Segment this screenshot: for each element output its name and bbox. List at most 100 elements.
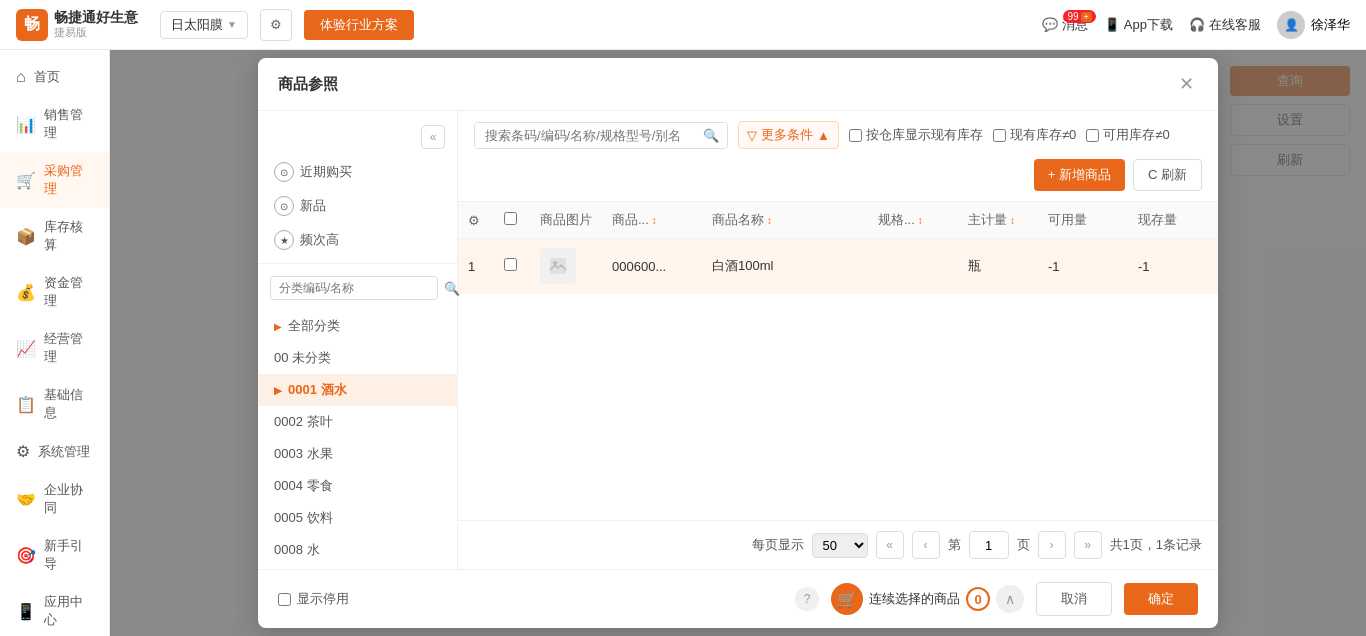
cat-label-0001: 0001 酒水 [288, 381, 347, 399]
sidebar-item-management[interactable]: 📈 经营管理 [0, 320, 109, 376]
prev-page-button[interactable]: ‹ [912, 531, 940, 559]
logo-icon: 畅 [16, 9, 48, 41]
show-disabled-text: 显示停用 [297, 590, 349, 608]
sidebar-item-purchase[interactable]: 🛒 采购管理 [0, 152, 109, 208]
checkbox-stock-not-zero[interactable]: 现有库存≠0 [993, 126, 1076, 144]
sidebar-item-inventory[interactable]: 📦 库存核算 [0, 208, 109, 264]
first-page-button[interactable]: « [876, 531, 904, 559]
th-settings[interactable]: ⚙ [458, 202, 494, 239]
filter-up-icon: ▲ [817, 128, 830, 143]
right-panel: 🔍 ▽ 更多条件 ▲ 按仓库显示现有库存 [458, 111, 1218, 569]
cell-name: 白酒100ml [702, 239, 868, 294]
chevron-down-icon: ▼ [227, 19, 237, 30]
sidebar-label-finance: 资金管理 [44, 274, 93, 310]
collapse-footer-button[interactable]: ∧ [996, 585, 1024, 613]
recent-icon: ⊙ [274, 162, 294, 182]
category-list: ▶ 全部分类 00 未分类 ▶ 0001 酒水 0002 茶叶 [258, 306, 457, 561]
settings-icon[interactable]: ⚙ [260, 9, 292, 41]
sidebar-item-finance[interactable]: 💰 资金管理 [0, 264, 109, 320]
page-label: 第 [948, 536, 961, 554]
last-page-button[interactable]: » [1074, 531, 1102, 559]
checkbox-avail-not-zero-input[interactable] [1086, 129, 1099, 142]
cell-spec [868, 239, 958, 294]
trial-button[interactable]: 体验行业方案 [304, 10, 414, 40]
th-spec[interactable]: 规格... ↕ [868, 202, 958, 239]
branch-selector[interactable]: 日太阳膜 ▼ [160, 11, 248, 39]
th-image: 商品图片 [530, 202, 602, 239]
th-code[interactable]: 商品... ↕ [602, 202, 702, 239]
quick-item-new[interactable]: ⊙ 新品 [258, 189, 457, 223]
inventory-icon: 📦 [16, 227, 36, 246]
cancel-button[interactable]: 取消 [1036, 582, 1112, 616]
user-area[interactable]: 👤 徐泽华 [1277, 11, 1350, 39]
table-row[interactable]: 1 [458, 239, 1218, 294]
add-product-button[interactable]: + 新增商品 [1034, 159, 1125, 191]
cat-item-0004[interactable]: 0004 零食 [258, 470, 457, 502]
cat-item-0008[interactable]: 0008 水 [258, 534, 457, 561]
category-search-input[interactable] [270, 276, 438, 300]
cart-icon[interactable]: 🛒 [831, 583, 863, 615]
sidebar-label-appstore: 应用中心 [44, 593, 93, 629]
cat-item-00[interactable]: 00 未分类 [258, 342, 457, 374]
checkbox-by-warehouse-label: 按仓库显示现有库存 [866, 126, 983, 144]
refresh-button[interactable]: C 刷新 [1133, 159, 1202, 191]
cat-item-0005[interactable]: 0005 饮料 [258, 502, 457, 534]
row-checkbox[interactable] [504, 258, 517, 271]
cell-checkbox[interactable] [494, 239, 530, 294]
help-icon[interactable]: ? [795, 587, 819, 611]
product-search-icon[interactable]: 🔍 [695, 123, 727, 148]
sidebar-item-system[interactable]: ⚙ 系统管理 [0, 432, 109, 471]
home-icon: ⌂ [16, 68, 26, 86]
phone-icon: 📱 [1104, 17, 1120, 32]
next-page-button[interactable]: › [1038, 531, 1066, 559]
sidebar-item-guide[interactable]: 🎯 新手引导 [0, 527, 109, 583]
sidebar-item-home[interactable]: ⌂ 首页 [0, 58, 109, 96]
collapse-button[interactable]: « [421, 125, 445, 149]
filter-btn-label: 更多条件 [761, 126, 813, 144]
product-search-input[interactable] [475, 123, 695, 148]
modal-close-button[interactable]: ✕ [1174, 72, 1198, 96]
sidebar-item-basic[interactable]: 📋 基础信息 [0, 376, 109, 432]
page-number-input[interactable] [969, 531, 1009, 559]
confirm-button[interactable]: 确定 [1124, 583, 1198, 615]
cat-arrow-all: ▶ [274, 321, 282, 332]
top-header: 畅 畅捷通好生意 捷易版 日太阳膜 ▼ ⚙ 体验行业方案 💬 消息 99+ 📱 … [0, 0, 1366, 50]
show-disabled-label[interactable]: 显示停用 [278, 590, 349, 608]
th-unit[interactable]: 主计量 ↕ [958, 202, 1038, 239]
checkbox-stock-not-zero-input[interactable] [993, 129, 1006, 142]
page-size-select[interactable]: 50 10 20 100 [812, 533, 868, 558]
quick-label-new: 新品 [300, 197, 326, 215]
username: 徐泽华 [1311, 16, 1350, 34]
enterprise-icon: 🤝 [16, 490, 36, 509]
product-search-wrap: 🔍 [474, 122, 728, 149]
cat-item-0002[interactable]: 0002 茶叶 [258, 406, 457, 438]
th-name[interactable]: 商品名称 ↕ [702, 202, 868, 239]
select-all-checkbox[interactable] [504, 212, 517, 225]
cat-item-0001[interactable]: ▶ 0001 酒水 [258, 374, 457, 406]
cat-item-all[interactable]: ▶ 全部分类 [258, 310, 457, 342]
sidebar-label-purchase: 采购管理 [44, 162, 93, 198]
logo-area: 畅 畅捷通好生意 捷易版 [16, 9, 138, 41]
quick-item-frequent[interactable]: ★ 频次高 [258, 223, 457, 257]
more-filter-button[interactable]: ▽ 更多条件 ▲ [738, 121, 839, 149]
quick-item-recent[interactable]: ⊙ 近期购买 [258, 155, 457, 189]
sidebar-item-sales[interactable]: 📊 销售管理 [0, 96, 109, 152]
checkbox-avail-not-zero[interactable]: 可用库存≠0 [1086, 126, 1169, 144]
page-size-label: 每页显示 [752, 536, 804, 554]
messages-item[interactable]: 💬 消息 99+ [1042, 16, 1088, 34]
modal-body: « ⊙ 近期购买 ⊙ 新品 ★ 频次高 [258, 111, 1218, 569]
cat-item-0003[interactable]: 0003 水果 [258, 438, 457, 470]
checkbox-by-warehouse-input[interactable] [849, 129, 862, 142]
sidebar-item-appstore[interactable]: 📱 应用中心 [0, 583, 109, 636]
cell-code: 000600... [602, 239, 702, 294]
cart-text: 连续选择的商品 [869, 590, 960, 608]
sidebar-item-enterprise[interactable]: 🤝 企业协同 [0, 471, 109, 527]
app-download-item[interactable]: 📱 App下载 [1104, 16, 1173, 34]
checkbox-stock-not-zero-label: 现有库存≠0 [1010, 126, 1076, 144]
app-download-label: App下载 [1124, 16, 1173, 34]
checkbox-by-warehouse[interactable]: 按仓库显示现有库存 [849, 126, 983, 144]
show-disabled-checkbox[interactable] [278, 593, 291, 606]
new-icon: ⊙ [274, 196, 294, 216]
online-service-item[interactable]: 🎧 在线客服 [1189, 16, 1261, 34]
cell-index: 1 [458, 239, 494, 294]
